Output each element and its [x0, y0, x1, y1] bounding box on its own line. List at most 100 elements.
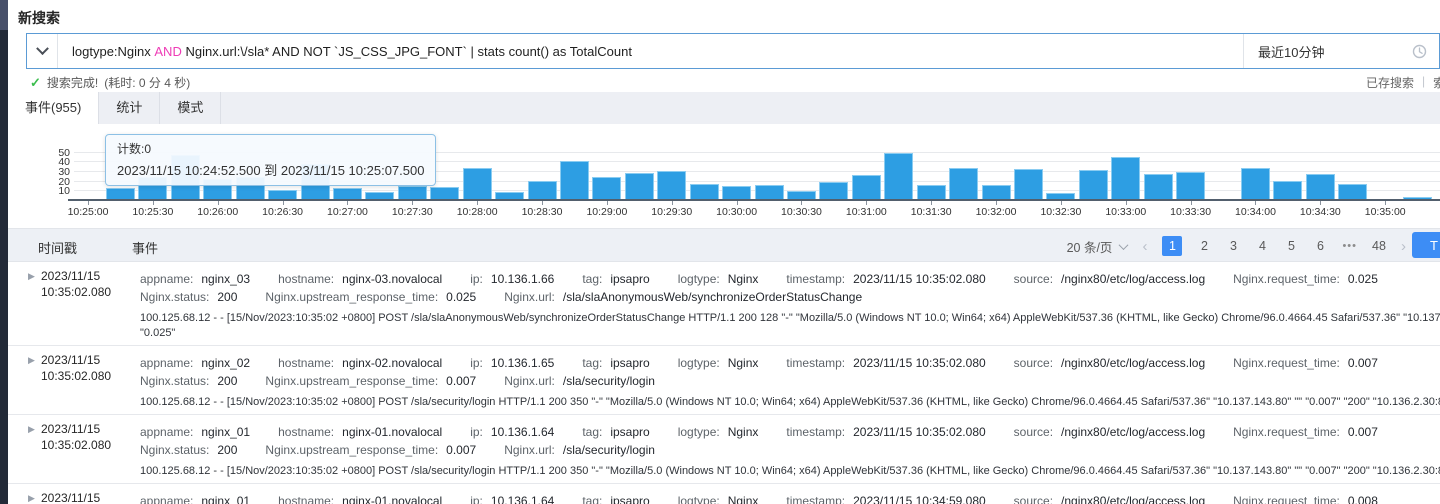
histogram-bar[interactable]: [1013, 169, 1043, 200]
histogram-bar[interactable]: [1305, 174, 1335, 200]
table-row: ▶ 2023/11/15 10:35:02.080 appname: nginx_03 h…: [8, 262, 1440, 346]
field-source[interactable]: source:/nginx80/etc/log/access.log: [1014, 492, 1205, 504]
field-ip[interactable]: ip: 10.136.1.65: [470, 354, 554, 372]
field-ip[interactable]: ip: 10.136.1.64: [470, 492, 554, 504]
search-query-input[interactable]: logtype:Nginx AND Nginx.url:\/sla* AND N…: [58, 34, 1243, 68]
histogram-bar[interactable]: [884, 153, 914, 200]
histogram-bar[interactable]: [819, 182, 849, 200]
field-timestamp[interactable]: timestamp: 2023/11/15 10:35:02.080: [786, 270, 985, 288]
histogram-bar[interactable]: [1143, 174, 1173, 200]
histogram-bar[interactable]: [851, 175, 881, 200]
field-nginxurl[interactable]: Nginx.url:/sla/security/login: [504, 372, 655, 390]
histogram-bar[interactable]: [624, 173, 654, 200]
next-page-button[interactable]: ›: [1401, 239, 1406, 254]
page-number-5[interactable]: 5: [1284, 239, 1298, 253]
histogram-bar[interactable]: [1111, 157, 1141, 200]
collapsed-sidebar[interactable]: [0, 0, 8, 504]
field-tag[interactable]: tag: ipsapro: [582, 354, 649, 372]
field-ip[interactable]: ip: 10.136.1.66: [470, 270, 554, 288]
histogram-bar[interactable]: [689, 184, 719, 200]
x-axis-tick: [347, 201, 349, 205]
field-hostname[interactable]: hostname: nginx-03.novalocal: [278, 270, 442, 288]
pages-ellipsis[interactable]: •••: [1342, 240, 1357, 252]
tab-2[interactable]: 模式: [160, 92, 222, 124]
field-hostname[interactable]: hostname: nginx-01.novalocal: [278, 492, 442, 504]
corner-action-button[interactable]: T: [1412, 232, 1440, 258]
raw-log-message[interactable]: 100.125.68.12 - - [15/Nov/2023:10:35:02 …: [140, 395, 1440, 410]
field-nginxrequest_time[interactable]: Nginx.request_time: 0.007: [1233, 423, 1378, 441]
field-nginxrequest_time[interactable]: Nginx.request_time: 0.025: [1233, 270, 1378, 288]
field-nginxstatus[interactable]: Nginx.status: 200: [140, 441, 237, 459]
page-number-4[interactable]: 4: [1255, 239, 1269, 253]
field-nginxupstream_response_time[interactable]: Nginx.upstream_response_time: 0.025: [265, 288, 476, 306]
histogram-bar[interactable]: [592, 177, 622, 200]
field-logtype[interactable]: logtype: Nginx: [678, 492, 759, 504]
links-divider: |: [1422, 74, 1426, 88]
field-logtype[interactable]: logtype: Nginx: [678, 270, 759, 288]
field-appname[interactable]: appname: nginx_01: [140, 423, 250, 441]
histogram-bar[interactable]: [1338, 184, 1368, 200]
page-number-3[interactable]: 3: [1226, 239, 1240, 253]
expand-row-caret-icon[interactable]: ▶: [28, 424, 35, 435]
page-number-2[interactable]: 2: [1197, 239, 1211, 253]
histogram-bar[interactable]: [754, 185, 784, 200]
prev-page-button[interactable]: ‹: [1142, 239, 1147, 254]
field-appname[interactable]: appname: nginx_01: [140, 492, 250, 504]
row-fields: appname: nginx_03 hostname: nginx-03.novalo…: [140, 270, 1440, 306]
raw-log-message[interactable]: 100.125.68.12 - - [15/Nov/2023:10:35:02 …: [140, 311, 1440, 341]
field-nginxrequest_time[interactable]: Nginx.request_time: 0.008: [1233, 492, 1378, 504]
histogram-bar[interactable]: [397, 186, 427, 200]
histogram-bar[interactable]: [462, 168, 492, 200]
field-nginxstatus[interactable]: Nginx.status: 200: [140, 372, 237, 390]
saved-search-link[interactable]: 已存搜索: [1366, 74, 1414, 91]
page-number-6[interactable]: 6: [1313, 239, 1327, 253]
page-number-1[interactable]: 1: [1162, 236, 1183, 256]
field-appname[interactable]: appname: nginx_03: [140, 270, 250, 288]
field-timestamp[interactable]: timestamp: 2023/11/15 10:35:02.080: [786, 354, 985, 372]
expand-row-caret-icon[interactable]: ▶: [28, 493, 35, 504]
field-tag[interactable]: tag: ipsapro: [582, 423, 649, 441]
field-nginxurl[interactable]: Nginx.url:/sla/slaAnonymousWeb/synchroni…: [504, 288, 862, 306]
field-nginxupstream_response_time[interactable]: Nginx.upstream_response_time: 0.007: [265, 372, 476, 390]
field-logtype[interactable]: logtype: Nginx: [678, 354, 759, 372]
tab-0[interactable]: 事件(955): [8, 92, 100, 124]
field-nginxupstream_response_time[interactable]: Nginx.upstream_response_time: 0.007: [265, 441, 476, 459]
field-tag[interactable]: tag: ipsapro: [582, 270, 649, 288]
tab-1[interactable]: 统计: [99, 92, 161, 124]
index-link[interactable]: 索引: [1433, 74, 1440, 91]
raw-log-message[interactable]: 100.125.68.12 - - [15/Nov/2023:10:35:02 …: [140, 464, 1440, 479]
histogram-bar[interactable]: [1240, 168, 1270, 200]
histogram-bar[interactable]: [722, 186, 752, 200]
field-ip[interactable]: ip: 10.136.1.64: [470, 423, 554, 441]
field-nginxrequest_time[interactable]: Nginx.request_time: 0.007: [1233, 354, 1378, 372]
field-hostname[interactable]: hostname: nginx-02.novalocal: [278, 354, 442, 372]
field-source[interactable]: source:/nginx80/etc/log/access.log: [1014, 270, 1205, 288]
search-dropdown-toggle[interactable]: [27, 34, 58, 68]
histogram-bar[interactable]: [657, 171, 687, 200]
field-tag[interactable]: tag: ipsapro: [582, 492, 649, 504]
search-status: ✓ 搜索完成! (耗时: 0 分 4 秒): [30, 74, 190, 91]
histogram-bar[interactable]: [527, 181, 557, 200]
field-timestamp[interactable]: timestamp: 2023/11/15 10:35:02.080: [786, 423, 985, 441]
histogram-bar[interactable]: [559, 161, 589, 200]
histogram-bar[interactable]: [949, 168, 979, 200]
field-source[interactable]: source:/nginx80/etc/log/access.log: [1014, 423, 1205, 441]
time-range-selector[interactable]: 最近10分钟: [1243, 34, 1439, 68]
field-nginxurl[interactable]: Nginx.url:/sla/security/login: [504, 441, 655, 459]
histogram-bar[interactable]: [1273, 181, 1303, 200]
expand-row-caret-icon[interactable]: ▶: [28, 271, 35, 282]
histogram-bar[interactable]: [1176, 172, 1206, 200]
field-source[interactable]: source:/nginx80/etc/log/access.log: [1014, 354, 1205, 372]
field-hostname[interactable]: hostname: nginx-01.novalocal: [278, 423, 442, 441]
expand-row-caret-icon[interactable]: ▶: [28, 355, 35, 366]
field-logtype[interactable]: logtype: Nginx: [678, 423, 759, 441]
page-number-48[interactable]: 48: [1372, 239, 1386, 253]
field-timestamp[interactable]: timestamp: 2023/11/15 10:34:59.080: [786, 492, 985, 504]
histogram-bar[interactable]: [916, 185, 946, 200]
histogram-bar[interactable]: [981, 185, 1011, 200]
table-row: ▶ 2023/11/1510:34:59.080 appname:nginx_01 h…: [8, 484, 1440, 504]
histogram-bar[interactable]: [1078, 170, 1108, 200]
page-size-select[interactable]: 20 条/页: [1067, 237, 1129, 256]
field-nginxstatus[interactable]: Nginx.status: 200: [140, 288, 237, 306]
field-appname[interactable]: appname: nginx_02: [140, 354, 250, 372]
